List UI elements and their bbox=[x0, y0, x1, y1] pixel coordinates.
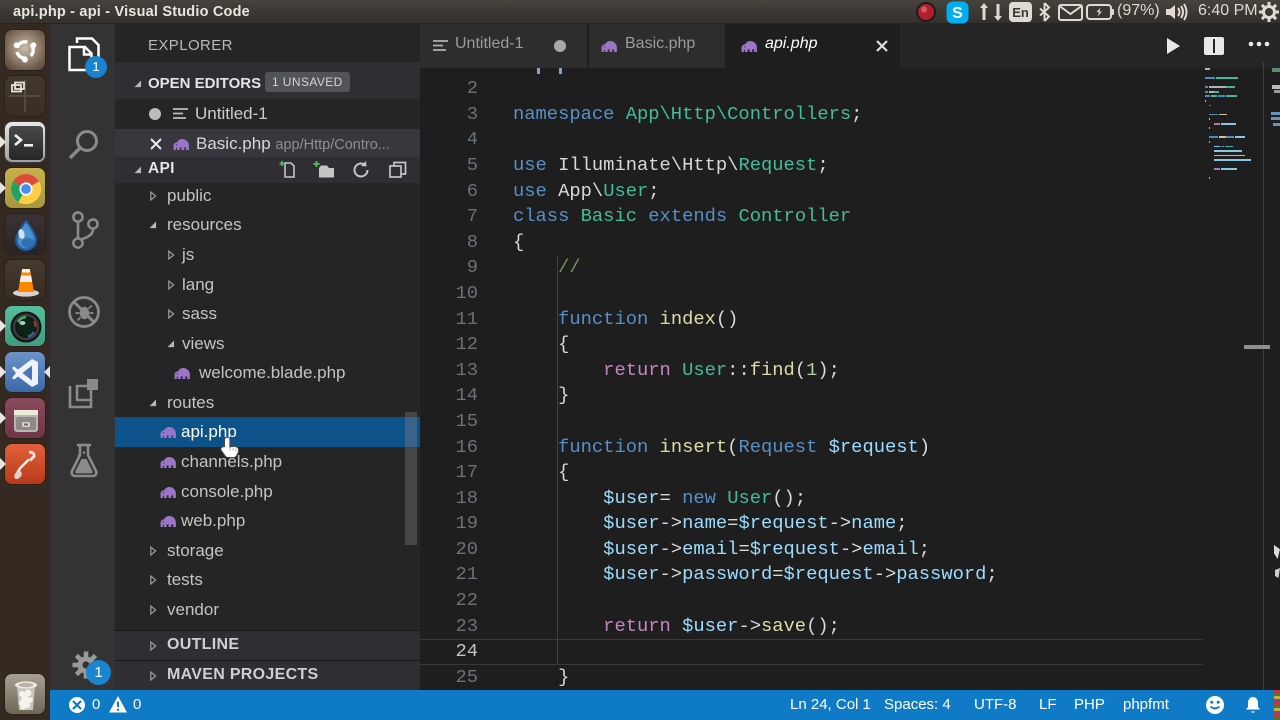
svg-text:S: S bbox=[952, 5, 963, 22]
svg-text:En: En bbox=[1012, 5, 1029, 20]
